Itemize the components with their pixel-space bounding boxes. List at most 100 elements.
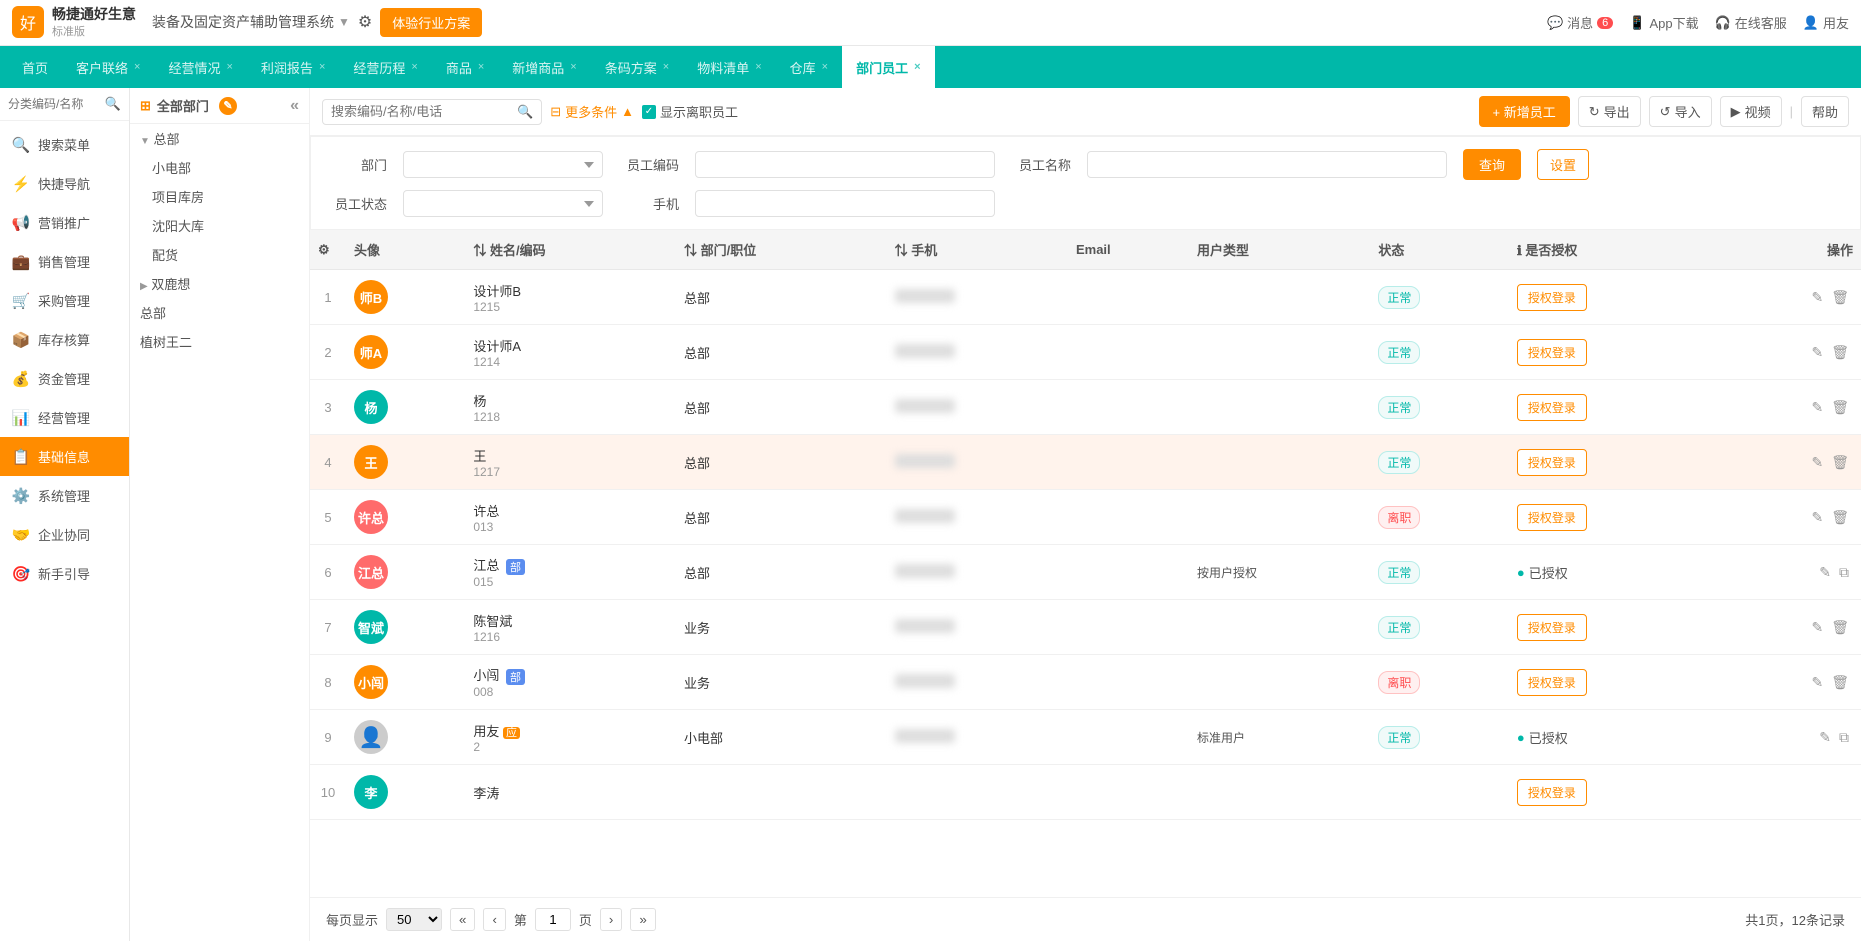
delete-btn[interactable]: 🗑 <box>1827 617 1853 638</box>
tab-history[interactable]: 经营历程 × <box>339 46 431 88</box>
tab-add-goods[interactable]: 新增商品 × <box>498 46 590 88</box>
sidebar-item-operation[interactable]: 📊经营管理 <box>0 398 129 437</box>
show-resigned-checkbox[interactable]: ✓ <box>642 105 656 119</box>
online-service-item[interactable]: 🎧 在线客服 <box>1715 13 1787 32</box>
tab-business[interactable]: 经营情况 × <box>154 46 246 88</box>
dept-collapse-icon[interactable]: « <box>290 97 299 115</box>
message-item[interactable]: 💬 消息 6 <box>1547 13 1613 32</box>
edit-btn[interactable]: ✎ <box>1815 727 1835 748</box>
auth-btn[interactable]: 授权登录 <box>1517 449 1587 476</box>
sidebar-item-collab[interactable]: 🤝企业协同 <box>0 515 129 554</box>
import-btn[interactable]: ↺ 导入 <box>1649 96 1712 127</box>
search-input[interactable] <box>331 104 511 119</box>
add-employee-btn[interactable]: + 新增员工 <box>1479 96 1570 127</box>
th-settings[interactable]: ⚙ <box>310 230 346 270</box>
tab-profit[interactable]: 利润报告 × <box>247 46 339 88</box>
sidebar-search-input[interactable] <box>8 97 105 111</box>
copy-btn[interactable]: ⧉ <box>1835 727 1853 748</box>
tab-warehouse[interactable]: 仓库 × <box>776 46 842 88</box>
tab-home[interactable]: 首页 <box>8 46 62 88</box>
expand-icon[interactable]: ▶ <box>140 281 148 292</box>
query-btn[interactable]: 查询 <box>1463 149 1521 180</box>
tree-child-shenyang[interactable]: 沈阳大库 <box>130 211 309 240</box>
settings-gear-icon[interactable]: ⚙ <box>358 12 372 32</box>
delete-btn[interactable]: 🗑 <box>1827 397 1853 418</box>
sidebar-item-purchase[interactable]: 🛒采购管理 <box>0 281 129 320</box>
tree-child-peihuo[interactable]: 配货 <box>130 240 309 269</box>
first-page-btn[interactable]: « <box>450 908 475 931</box>
current-page-input[interactable] <box>535 908 571 931</box>
sidebar-item-marketing[interactable]: 📢营销推广 <box>0 203 129 242</box>
close-icon[interactable]: × <box>226 61 232 73</box>
edit-btn[interactable]: ✎ <box>1815 562 1835 583</box>
close-icon[interactable]: × <box>914 61 920 73</box>
edit-btn[interactable]: ✎ <box>1807 672 1827 693</box>
delete-btn[interactable]: 🗑 <box>1827 452 1853 473</box>
sidebar-item-guide[interactable]: 🎯新手引导 <box>0 554 129 593</box>
app-download-item[interactable]: 📱 App下载 <box>1629 13 1698 32</box>
tree-node-zongbu[interactable]: 总部 <box>130 298 309 327</box>
view-btn[interactable]: ▶ 视频 <box>1720 96 1782 127</box>
delete-btn[interactable]: 🗑 <box>1827 507 1853 528</box>
auth-btn[interactable]: 授权登录 <box>1517 614 1587 641</box>
tree-node-shuanglu[interactable]: ▶ 双鹿想 <box>130 269 309 298</box>
emp-name-input[interactable] <box>1087 151 1447 178</box>
close-icon[interactable]: × <box>478 61 484 73</box>
auth-btn[interactable]: 授权登录 <box>1517 779 1587 806</box>
close-icon[interactable]: × <box>134 61 140 73</box>
copy-btn[interactable]: ⧉ <box>1835 562 1853 583</box>
tab-dept-staff[interactable]: 部门员工 × <box>842 46 934 88</box>
auth-btn[interactable]: 授权登录 <box>1517 394 1587 421</box>
experience-btn[interactable]: 体验行业方案 <box>380 8 482 37</box>
auth-btn[interactable]: 授权登录 <box>1517 504 1587 531</box>
th-name-code[interactable]: ⇅ 姓名/编码 <box>465 230 676 270</box>
close-icon[interactable]: × <box>570 61 576 73</box>
show-resigned-toggle[interactable]: ✓ 显示离职员工 <box>642 102 738 121</box>
sidebar-item-inventory[interactable]: 📦库存核算 <box>0 320 129 359</box>
more-filter-btn[interactable]: ⊟ 更多条件 ▲ <box>550 102 634 121</box>
sidebar-item-sales[interactable]: 💼销售管理 <box>0 242 129 281</box>
tab-customer[interactable]: 客户联络 × <box>62 46 154 88</box>
delete-btn[interactable]: 🗑 <box>1827 287 1853 308</box>
prev-page-btn[interactable]: ‹ <box>483 908 505 931</box>
page-size-select[interactable]: 50 100 <box>386 908 442 931</box>
sidebar-item-system[interactable]: ⚙️系统管理 <box>0 476 129 515</box>
th-dept-position[interactable]: ⇅ 部门/职位 <box>676 230 887 270</box>
tree-node-zhishu[interactable]: 植树王二 <box>130 327 309 356</box>
phone-filter-input[interactable] <box>695 190 995 217</box>
emp-code-input[interactable] <box>695 151 995 178</box>
auth-btn[interactable]: 授权登录 <box>1517 669 1587 696</box>
auth-btn[interactable]: 授权登录 <box>1517 339 1587 366</box>
last-page-btn[interactable]: » <box>630 908 655 931</box>
emp-status-select[interactable] <box>403 190 603 217</box>
sys-dropdown-arrow[interactable]: ▼ <box>338 15 350 29</box>
tree-child-xiangmuku[interactable]: 项目库房 <box>130 182 309 211</box>
tab-barcode[interactable]: 条码方案 × <box>591 46 683 88</box>
user-item[interactable]: 👤 用友 <box>1803 13 1849 32</box>
export-btn[interactable]: ↻ 导出 <box>1578 96 1641 127</box>
close-icon[interactable]: × <box>755 61 761 73</box>
tab-bom[interactable]: 物料清单 × <box>683 46 775 88</box>
delete-btn[interactable]: 🗑 <box>1827 672 1853 693</box>
sidebar-item-quicknav[interactable]: ⚡快捷导航 <box>0 164 129 203</box>
close-icon[interactable]: × <box>663 61 669 73</box>
delete-btn[interactable]: 🗑 <box>1827 342 1853 363</box>
edit-btn[interactable]: ✎ <box>1807 342 1827 363</box>
tab-goods[interactable]: 商品 × <box>432 46 498 88</box>
next-page-btn[interactable]: › <box>600 908 622 931</box>
expand-icon[interactable]: ▼ <box>140 136 150 147</box>
help-btn[interactable]: 帮助 <box>1801 96 1849 127</box>
dept-filter-select[interactable] <box>403 151 603 178</box>
edit-btn[interactable]: ✎ <box>1807 617 1827 638</box>
edit-btn[interactable]: ✎ <box>1807 507 1827 528</box>
close-icon[interactable]: × <box>319 61 325 73</box>
edit-btn[interactable]: ✎ <box>1807 452 1827 473</box>
tree-child-xiaodibu[interactable]: 小电部 <box>130 153 309 182</box>
sidebar-item-finance[interactable]: 💰资金管理 <box>0 359 129 398</box>
close-icon[interactable]: × <box>822 61 828 73</box>
sidebar-item-basic[interactable]: 📋基础信息 <box>0 437 129 476</box>
dept-edit-icon[interactable]: ✎ <box>219 97 237 115</box>
sidebar-item-search[interactable]: 🔍搜索菜单 <box>0 125 129 164</box>
edit-btn[interactable]: ✎ <box>1807 397 1827 418</box>
edit-btn[interactable]: ✎ <box>1807 287 1827 308</box>
